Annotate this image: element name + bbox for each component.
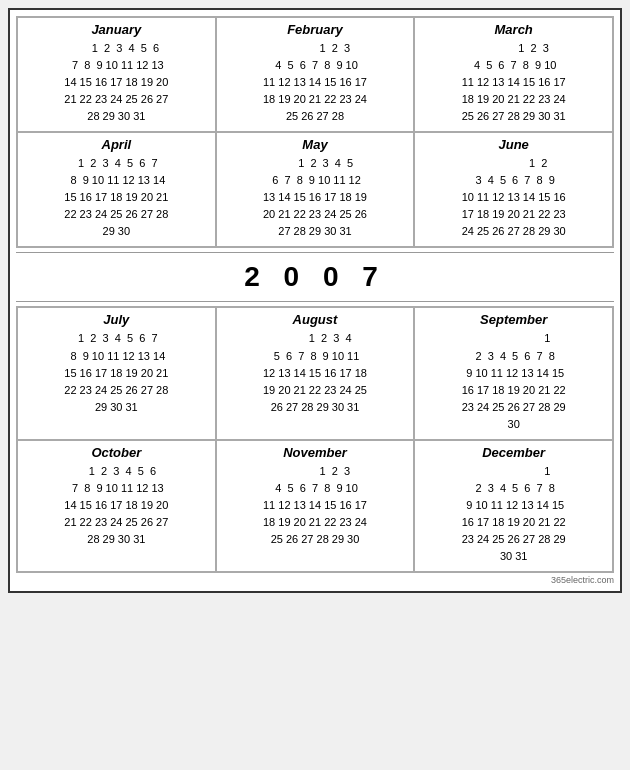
month-name: July	[24, 312, 209, 327]
month-days: 1 2 3 4 5 6 7 8 9 10 11 12 13 14 15 16 1…	[421, 40, 606, 125]
month-days: 1 2 3 4 5 6 7 8 9 10 11 12 13 14 15 16 1…	[421, 330, 606, 432]
month-name: June	[421, 137, 606, 152]
month-name: September	[421, 312, 606, 327]
month-cell-december: December 1 2 3 4 5 6 7 8 9 10 11 12 13 1…	[414, 440, 613, 572]
month-name: February	[223, 22, 408, 37]
month-cell-july: July 1 2 3 4 5 6 7 8 9 10 11 12 13 14 15…	[17, 307, 216, 439]
month-days: 1 2 3 4 5 6 7 8 9 10 11 12 13 14 15 16 1…	[223, 155, 408, 240]
month-days: 1 2 3 4 5 6 7 8 9 10 11 12 13 14 15 16 1…	[421, 155, 606, 240]
month-cell-october: October 1 2 3 4 5 6 7 8 9 10 11 12 13 14…	[17, 440, 216, 572]
month-cell-february: February 1 2 3 4 5 6 7 8 9 10 11 12 13 1…	[216, 17, 415, 132]
month-name: October	[24, 445, 209, 460]
month-cell-august: August 1 2 3 4 5 6 7 8 9 10 11 12 13 14 …	[216, 307, 415, 439]
month-days: 1 2 3 4 5 6 7 8 9 10 11 12 13 14 15 16 1…	[24, 330, 209, 415]
month-name: March	[421, 22, 606, 37]
month-days: 1 2 3 4 5 6 7 8 9 10 11 12 13 14 15 16 1…	[24, 463, 209, 548]
month-cell-september: September 1 2 3 4 5 6 7 8 9 10 11 12 13 …	[414, 307, 613, 439]
watermark: 365electric.com	[16, 573, 614, 585]
month-cell-may: May 1 2 3 4 5 6 7 8 9 10 11 12 13 14 15 …	[216, 132, 415, 247]
month-cell-june: June 1 2 3 4 5 6 7 8 9 10 11 12 13 14 15…	[414, 132, 613, 247]
month-name: August	[223, 312, 408, 327]
month-cell-march: March 1 2 3 4 5 6 7 8 9 10 11 12 13 14 1…	[414, 17, 613, 132]
month-cell-january: January 1 2 3 4 5 6 7 8 9 10 11 12 13 14…	[17, 17, 216, 132]
month-days: 1 2 3 4 5 6 7 8 9 10 11 12 13 14 15 16 1…	[223, 40, 408, 125]
month-name: December	[421, 445, 606, 460]
month-cell-november: November 1 2 3 4 5 6 7 8 9 10 11 12 13 1…	[216, 440, 415, 572]
month-cell-april: April 1 2 3 4 5 6 7 8 9 10 11 12 13 14 1…	[17, 132, 216, 247]
top-months-grid: January 1 2 3 4 5 6 7 8 9 10 11 12 13 14…	[16, 16, 614, 248]
month-days: 1 2 3 4 5 6 7 8 9 10 11 12 13 14 15 16 1…	[223, 330, 408, 415]
month-name: November	[223, 445, 408, 460]
calendar-container: January 1 2 3 4 5 6 7 8 9 10 11 12 13 14…	[8, 8, 622, 593]
month-days: 1 2 3 4 5 6 7 8 9 10 11 12 13 14 15 16 1…	[421, 463, 606, 565]
month-name: April	[24, 137, 209, 152]
month-name: May	[223, 137, 408, 152]
bottom-months-grid: July 1 2 3 4 5 6 7 8 9 10 11 12 13 14 15…	[16, 306, 614, 573]
month-days: 1 2 3 4 5 6 7 8 9 10 11 12 13 14 15 16 1…	[24, 155, 209, 240]
month-days: 1 2 3 4 5 6 7 8 9 10 11 12 13 14 15 16 1…	[223, 463, 408, 548]
month-days: 1 2 3 4 5 6 7 8 9 10 11 12 13 14 15 16 1…	[24, 40, 209, 125]
year-label: 2 0 0 7	[16, 252, 614, 302]
month-name: January	[24, 22, 209, 37]
